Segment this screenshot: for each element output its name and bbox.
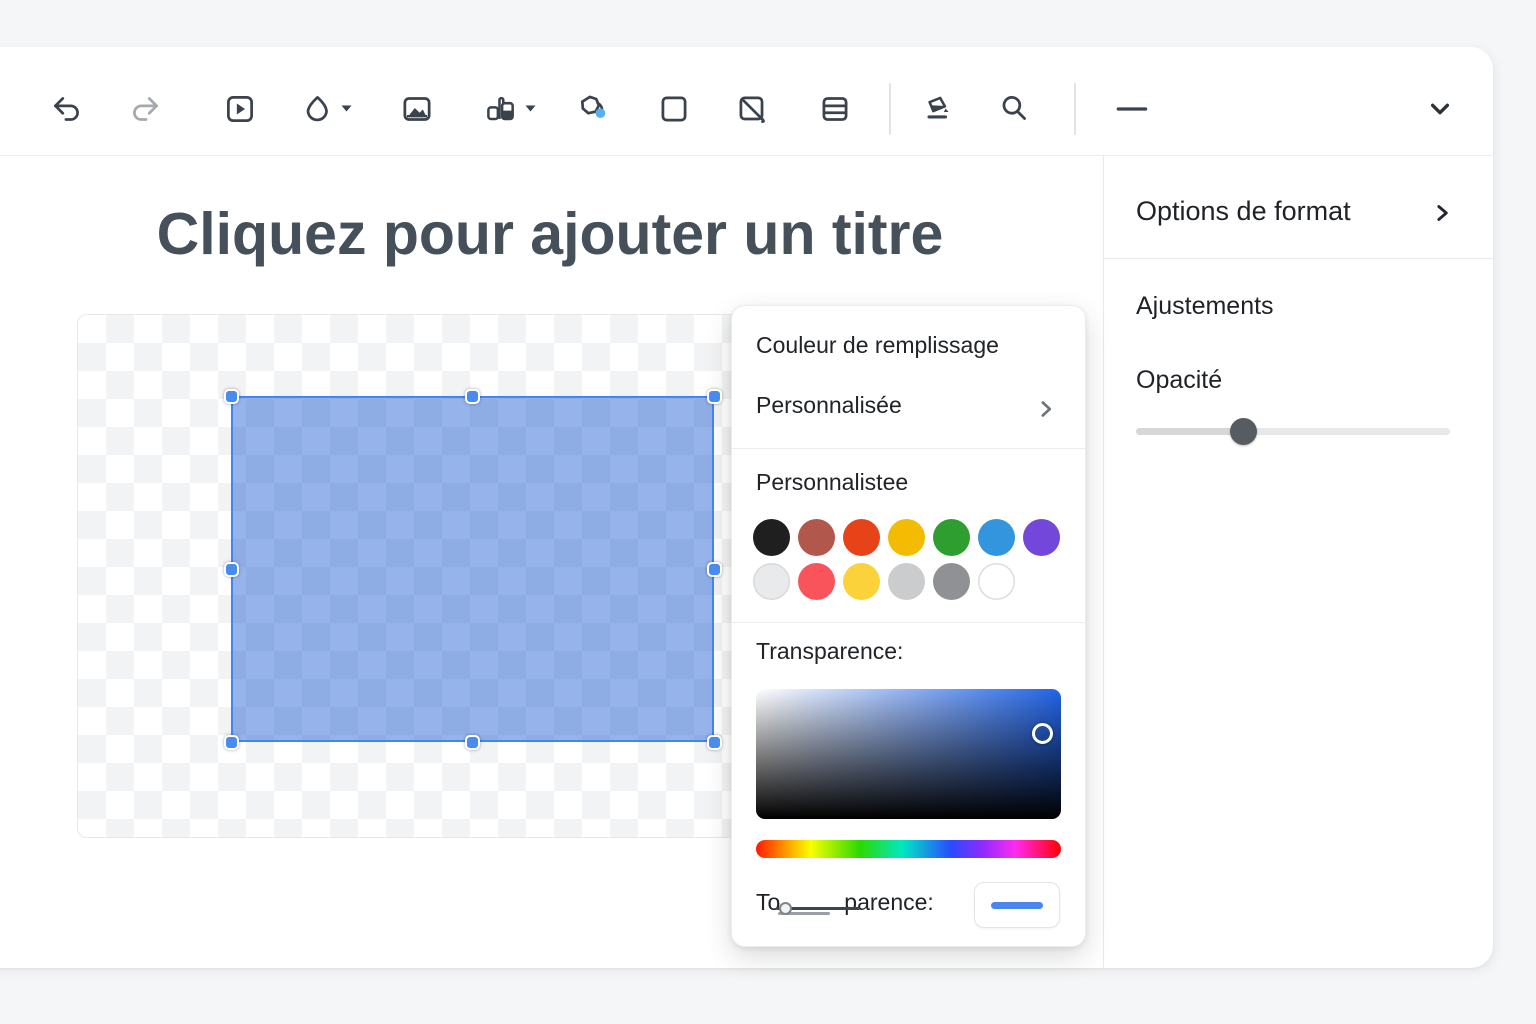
color-swatch-gray[interactable]	[888, 563, 925, 600]
slide-title-placeholder[interactable]: Cliquez pour ajouter un titre	[0, 200, 1100, 268]
caret-down-icon[interactable]	[340, 104, 353, 113]
rectangle-tool-button[interactable]	[652, 87, 696, 131]
opacity-slider-track[interactable]	[1136, 428, 1450, 435]
background-fill-button[interactable]	[295, 87, 339, 131]
color-preview-line	[991, 902, 1043, 909]
selection-handle[interactable]	[465, 735, 480, 750]
present-button[interactable]	[218, 87, 262, 131]
caret-down-icon[interactable]	[524, 104, 537, 113]
fill-color-popup: Couleur de remplissage Personnalisée Per…	[731, 305, 1086, 947]
fill-color-button[interactable]	[915, 87, 959, 131]
zoom-icon	[995, 90, 1033, 128]
gradient-picker-ring[interactable]	[1032, 723, 1053, 744]
chart-icon	[481, 90, 519, 128]
color-swatch-orange-red[interactable]	[843, 519, 880, 556]
custom-color-label: Personnalisée	[756, 392, 902, 419]
selection-handle[interactable]	[707, 562, 722, 577]
chevron-right-icon[interactable]	[1430, 200, 1454, 226]
opacity-slider-fill	[1136, 428, 1243, 435]
insert-image-button[interactable]	[395, 87, 439, 131]
redo-icon	[126, 90, 164, 128]
popup-heading: Couleur de remplissage	[756, 332, 999, 359]
color-swatch-red[interactable]	[798, 563, 835, 600]
color-swatch-gold[interactable]	[843, 563, 880, 600]
undo-icon	[48, 90, 86, 128]
table-icon	[816, 90, 854, 128]
color-preview-button[interactable]	[974, 882, 1060, 928]
undo-button[interactable]	[45, 87, 89, 131]
saturation-gradient-picker[interactable]	[756, 689, 1061, 819]
shape-outline-button[interactable]	[730, 87, 774, 131]
insert-chart-button[interactable]	[478, 87, 522, 131]
color-swatch-green[interactable]	[933, 519, 970, 556]
toolbar-divider	[0, 155, 1493, 156]
chevron-right-icon	[1035, 396, 1057, 422]
opacity-slider-thumb[interactable]	[1230, 418, 1257, 445]
swatch-row-1	[753, 519, 1060, 556]
zoom-button[interactable]	[992, 87, 1036, 131]
accent-dot	[596, 108, 606, 118]
selection-handle[interactable]	[707, 389, 722, 404]
shapes-icon	[572, 89, 612, 129]
popup-divider	[732, 448, 1085, 449]
toolbar-separator	[1074, 83, 1076, 135]
opacity-label: Opacité	[1136, 366, 1222, 395]
toolbar-separator	[889, 83, 891, 135]
redo-button[interactable]	[123, 87, 167, 131]
selection-handle[interactable]	[224, 389, 239, 404]
line-dash-button[interactable]	[1111, 87, 1155, 131]
selected-rectangle-shape[interactable]	[231, 396, 714, 742]
color-swatch-purple[interactable]	[1023, 519, 1060, 556]
rectangle-icon	[655, 90, 693, 128]
hue-slider[interactable]	[756, 840, 1061, 858]
app-window: Cliquez pour ajouter un titre Couleur de…	[0, 0, 1536, 1024]
adjustments-heading: Ajustements	[1136, 292, 1274, 321]
paint-drop-icon	[298, 90, 336, 128]
transparency-mini-slider[interactable]	[776, 900, 860, 918]
color-swatch-black[interactable]	[753, 519, 790, 556]
color-swatch-light-gray[interactable]	[753, 563, 790, 600]
shapes-button[interactable]	[570, 87, 614, 131]
custom-color-menu-item[interactable]: Personnalisée	[732, 382, 1085, 438]
transparency-heading: Transparence:	[756, 638, 903, 665]
mini-slider-knob[interactable]	[779, 902, 792, 915]
dash-icon	[1114, 90, 1152, 128]
color-swatch-brick-red[interactable]	[798, 519, 835, 556]
format-options-title[interactable]: Options de format	[1136, 196, 1351, 227]
color-swatch-yellow[interactable]	[888, 519, 925, 556]
selection-handle[interactable]	[707, 735, 722, 750]
slash-square-icon	[733, 90, 771, 128]
popup-divider	[732, 622, 1085, 623]
selection-handle[interactable]	[224, 562, 239, 577]
image-icon	[398, 90, 436, 128]
panel-divider	[1103, 156, 1104, 968]
selection-handle[interactable]	[465, 389, 480, 404]
fill-bucket-icon	[918, 90, 956, 128]
swatches-heading: Personnalistee	[756, 469, 908, 496]
color-swatch-dark-gray[interactable]	[933, 563, 970, 600]
color-swatch-white[interactable]	[978, 563, 1015, 600]
color-swatch-blue[interactable]	[978, 519, 1015, 556]
chevron-down-icon	[1421, 90, 1459, 128]
present-icon	[221, 90, 259, 128]
more-options-button[interactable]	[1418, 87, 1462, 131]
panel-section-divider	[1104, 258, 1493, 259]
table-button[interactable]	[813, 87, 857, 131]
swatch-row-2	[753, 563, 1015, 600]
selection-handle[interactable]	[224, 735, 239, 750]
